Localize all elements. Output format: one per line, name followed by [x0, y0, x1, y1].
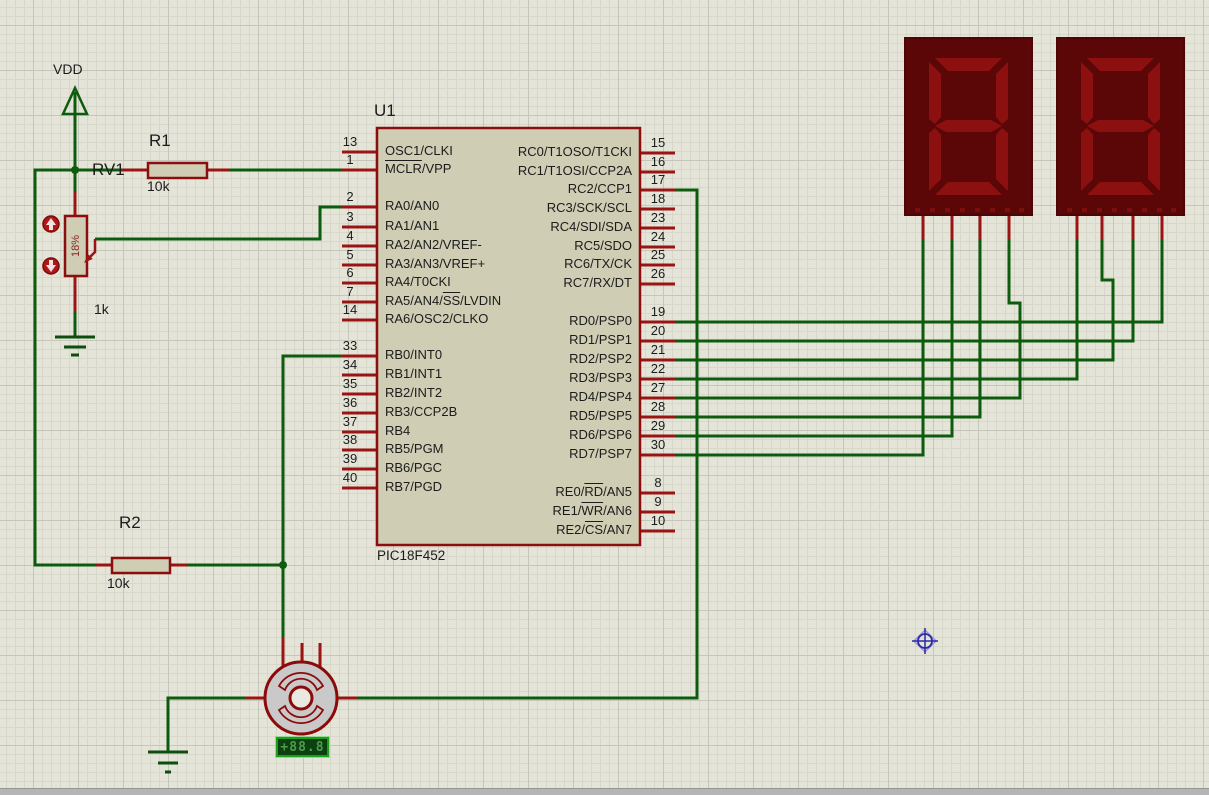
pin-number: 14: [342, 302, 358, 317]
motor-shaft: [288, 685, 314, 711]
chip-part-label: PIC18F452: [377, 548, 446, 563]
wire-motor-gnd: [166, 696, 245, 752]
wire-rd0: [675, 240, 1164, 324]
pin-label: RD3/PSP3: [569, 370, 632, 385]
pin-label: RD2/PSP2: [569, 351, 632, 366]
pin-number: 24: [650, 229, 666, 244]
pin-number: 4: [346, 228, 354, 243]
r2-ref-label: R2: [119, 513, 141, 532]
pin-number: 40: [342, 470, 358, 485]
pin-number: 1: [346, 152, 354, 167]
pin-number: 21: [650, 342, 666, 357]
pin-label: RC1/T1OSI/CCP2A: [517, 163, 632, 178]
r2-value-label: 10k: [107, 575, 130, 591]
wire-rd5: [675, 240, 982, 419]
pin-label: RC2/CCP1: [567, 181, 632, 196]
r1-value-label: 10k: [147, 178, 170, 194]
pin-number: 29: [650, 418, 666, 433]
chip-ref-label: U1: [374, 101, 396, 120]
pin-number: 3: [346, 209, 354, 224]
pin-number: 9: [654, 494, 662, 509]
wiper-lead: [88, 239, 97, 259]
pin-label: RD4/PSP4: [569, 389, 632, 404]
pin-label: RC3/SCK/SCL: [546, 200, 632, 215]
schematic-canvas[interactable]: VDD R1 10k RV1 1k 18% R2 10k U1 PIC18F45…: [0, 0, 1209, 795]
pin-label: RE2/CS/AN7: [556, 522, 632, 537]
pin-number: 17: [650, 172, 666, 187]
pin-number: 33: [342, 338, 358, 353]
pin-number: 19: [650, 304, 666, 319]
pin-number: 23: [650, 210, 666, 225]
pin-number: 27: [650, 380, 666, 395]
ground-symbol-motor[interactable]: [148, 750, 188, 774]
pin-number: 36: [342, 395, 358, 410]
rv1-ref-label: RV1: [92, 160, 125, 179]
wire-rd3: [675, 240, 1079, 381]
pin-number: 6: [346, 265, 354, 280]
seven-seg-display-1[interactable]: [904, 37, 1033, 216]
pin-number: 26: [650, 266, 666, 281]
pot-decrement-button[interactable]: [42, 257, 60, 275]
rv1-percent-label: 18%: [70, 234, 82, 258]
pin-number: 16: [650, 154, 666, 169]
pin-number: 37: [342, 414, 358, 429]
pin-label: RD6/PSP6: [569, 427, 632, 442]
pin-number: 10: [650, 513, 666, 528]
junction-dots: [71, 166, 287, 569]
pin-number: 8: [654, 475, 662, 490]
pin-label: RC5/SDO: [574, 238, 632, 253]
pin-label: RB4: [385, 423, 411, 438]
motor[interactable]: [263, 660, 339, 736]
wire-rd1: [675, 240, 1135, 343]
pin-number: 7: [346, 284, 354, 299]
pin-label: RB6/PGC: [385, 460, 443, 475]
rv1-value-label: 1k: [94, 301, 109, 317]
pin-label: RD5/PSP5: [569, 408, 632, 423]
motor-rpm-readout: +88.8: [276, 737, 329, 757]
pin-label: RD1/PSP1: [569, 332, 632, 347]
pin-label: RA5/AN4/SS/LVDIN: [385, 293, 502, 308]
pin-label: RC7/RX/DT: [563, 275, 632, 290]
pin-number: 38: [342, 432, 358, 447]
wire-rd4: [675, 240, 1022, 400]
pin-number: 2: [346, 189, 354, 204]
pin-number: 13: [342, 134, 358, 149]
canvas-bottom-edge: [0, 788, 1209, 795]
resistor-r2-body[interactable]: [110, 556, 172, 575]
r1-ref-label: R1: [149, 131, 171, 150]
wire-rd7: [675, 240, 925, 457]
pin-number: 15: [650, 135, 666, 150]
pin-number: 22: [650, 361, 666, 376]
pin-label: RC6/TX/CK: [564, 256, 632, 271]
pin-number: 18: [650, 191, 666, 206]
pin-label: RE0/RD/AN5: [555, 484, 632, 499]
pot-increment-button[interactable]: [42, 215, 60, 233]
seven-seg-display-2[interactable]: [1056, 37, 1185, 216]
pin-label: RC4/SDI/SDA: [550, 219, 632, 234]
wire-wiper-to-ra0: [95, 205, 342, 241]
pin-number: 20: [650, 323, 666, 338]
pin-label: RC0/T1OSO/T1CKI: [517, 144, 632, 159]
pin-number: 5: [346, 247, 354, 262]
pin-label: RD7/PSP7: [569, 446, 632, 461]
ground-symbol-pot[interactable]: [55, 335, 95, 357]
resistor-r1-body[interactable]: [146, 161, 209, 180]
vdd-label: VDD: [53, 61, 83, 77]
pin-number: 39: [342, 451, 358, 466]
pin-label: RE1/WR/AN6: [552, 503, 632, 518]
pin-number: 35: [342, 376, 358, 391]
pin-label: RD0/PSP0: [569, 313, 632, 328]
pin-number: 30: [650, 437, 666, 452]
pin-number: 34: [342, 357, 358, 372]
origin-marker: [912, 628, 938, 654]
wire-rd6: [675, 240, 954, 438]
pin-number: 25: [650, 247, 666, 262]
pin-number: 28: [650, 399, 666, 414]
